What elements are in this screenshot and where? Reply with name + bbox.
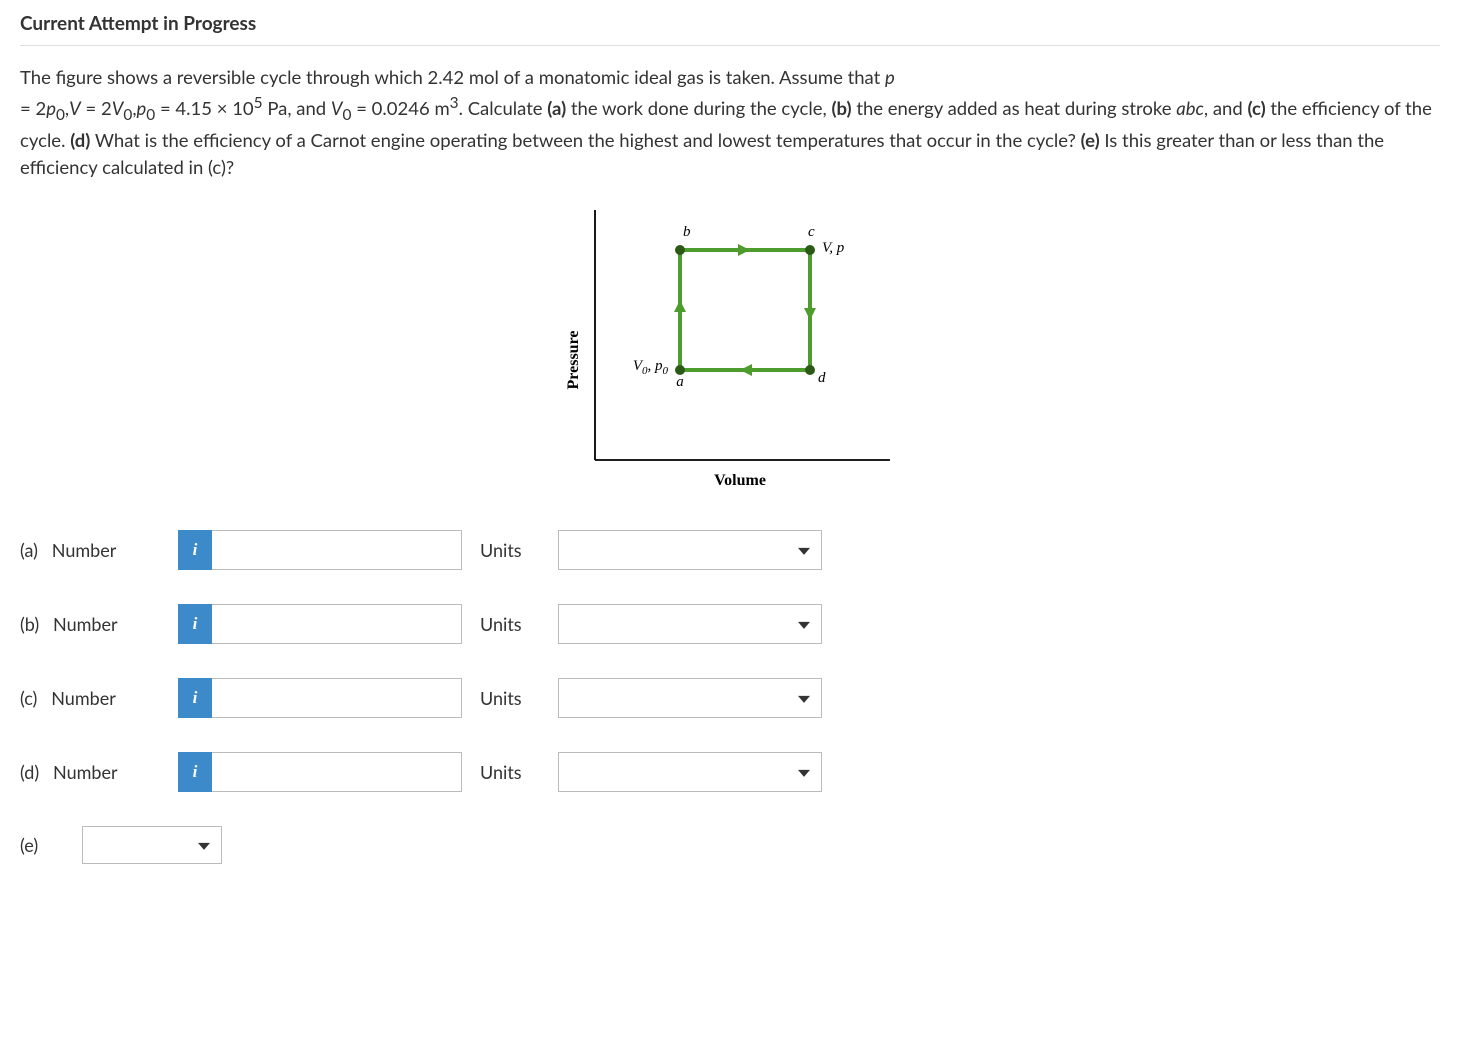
text: What is the efficiency of a Carnot engin… [90, 129, 1080, 151]
units-select-a[interactable] [558, 530, 822, 570]
part-label-e: (e) [20, 834, 64, 856]
sub: 0 [56, 106, 65, 124]
var-p: p [885, 66, 895, 88]
number-input-d[interactable] [212, 752, 462, 792]
var-V0: V [112, 97, 124, 119]
number-label: Number [51, 687, 116, 709]
part-label-a: (a) Number [20, 539, 160, 561]
var-V: V [69, 97, 81, 119]
info-button-a[interactable]: i [178, 530, 212, 570]
problem-statement: The figure shows a reversible cycle thro… [20, 64, 1440, 182]
text: the work done during the cycle, [566, 97, 831, 119]
sup: 3 [450, 94, 459, 112]
text: = 0.0246 m [351, 97, 449, 119]
units-label-d: Units [480, 761, 540, 783]
answers-block: (a) Number i Units (b) Number i Units [20, 530, 1440, 864]
part-label-d: (d) Number [20, 761, 160, 783]
top-label: V, p [822, 240, 845, 256]
var-p0-2: p [137, 97, 147, 119]
number-input-a[interactable] [212, 530, 462, 570]
answer-row-c: (c) Number i Units [20, 678, 1440, 718]
part-label-c: (c) Number [20, 687, 160, 709]
info-button-b[interactable]: i [178, 604, 212, 644]
units-select-c[interactable] [558, 678, 822, 718]
text: The figure shows a reversible cycle thro… [20, 66, 885, 88]
pt-d-label: d [818, 370, 826, 386]
ylabel: Pressure [565, 331, 582, 390]
part-b-tag: (b) [831, 97, 851, 119]
info-button-d[interactable]: i [178, 752, 212, 792]
text: the energy added as heat during stroke [852, 97, 1177, 119]
part-key: (a) [20, 539, 38, 561]
pt-c-label: c [808, 224, 815, 240]
section-title: Current Attempt in Progress [20, 0, 1440, 46]
var-p0: p [46, 97, 56, 119]
number-label: Number [52, 539, 117, 561]
part-label-b: (b) Number [20, 613, 160, 635]
part-key: (b) [20, 613, 39, 635]
sub: 0 [123, 106, 132, 124]
part-c-tag: (c) [1247, 97, 1265, 119]
part-e-tag: (e) [1081, 129, 1100, 151]
part-key: (c) [20, 687, 37, 709]
units-label-a: Units [480, 539, 540, 561]
number-label: Number [53, 761, 118, 783]
part-key: (d) [20, 761, 39, 783]
text: = 4.15 × 10 [155, 97, 253, 119]
answer-row-b: (b) Number i Units [20, 604, 1440, 644]
part-d-tag: (d) [70, 129, 90, 151]
var-V0-2: V [331, 97, 343, 119]
text: Pa, and [263, 97, 331, 119]
number-input-c[interactable] [212, 678, 462, 718]
text: = 2 [20, 97, 46, 119]
origin-label: V0, p0 [633, 358, 669, 377]
units-select-b[interactable] [558, 604, 822, 644]
text: = 2 [81, 97, 112, 119]
e-select[interactable] [82, 826, 222, 864]
units-label-c: Units [480, 687, 540, 709]
units-select-d[interactable] [558, 752, 822, 792]
answer-row-a: (a) Number i Units [20, 530, 1440, 570]
xlabel: Volume [714, 472, 766, 489]
stroke-abc: abc [1176, 97, 1204, 119]
units-label-b: Units [480, 613, 540, 635]
figure: Pressure Volume [20, 200, 1440, 500]
sup: 5 [254, 94, 263, 112]
text: . Calculate [459, 97, 548, 119]
text: , and [1204, 97, 1248, 119]
pt-a-label: a [676, 374, 684, 390]
info-button-c[interactable]: i [178, 678, 212, 718]
pv-diagram: Pressure Volume [550, 200, 910, 500]
answer-row-e: (e) [20, 826, 1440, 864]
answer-row-d: (d) Number i Units [20, 752, 1440, 792]
part-a-tag: (a) [547, 97, 566, 119]
pt-b-label: b [683, 224, 691, 240]
sub: 0 [146, 106, 155, 124]
number-label: Number [53, 613, 118, 635]
number-input-b[interactable] [212, 604, 462, 644]
